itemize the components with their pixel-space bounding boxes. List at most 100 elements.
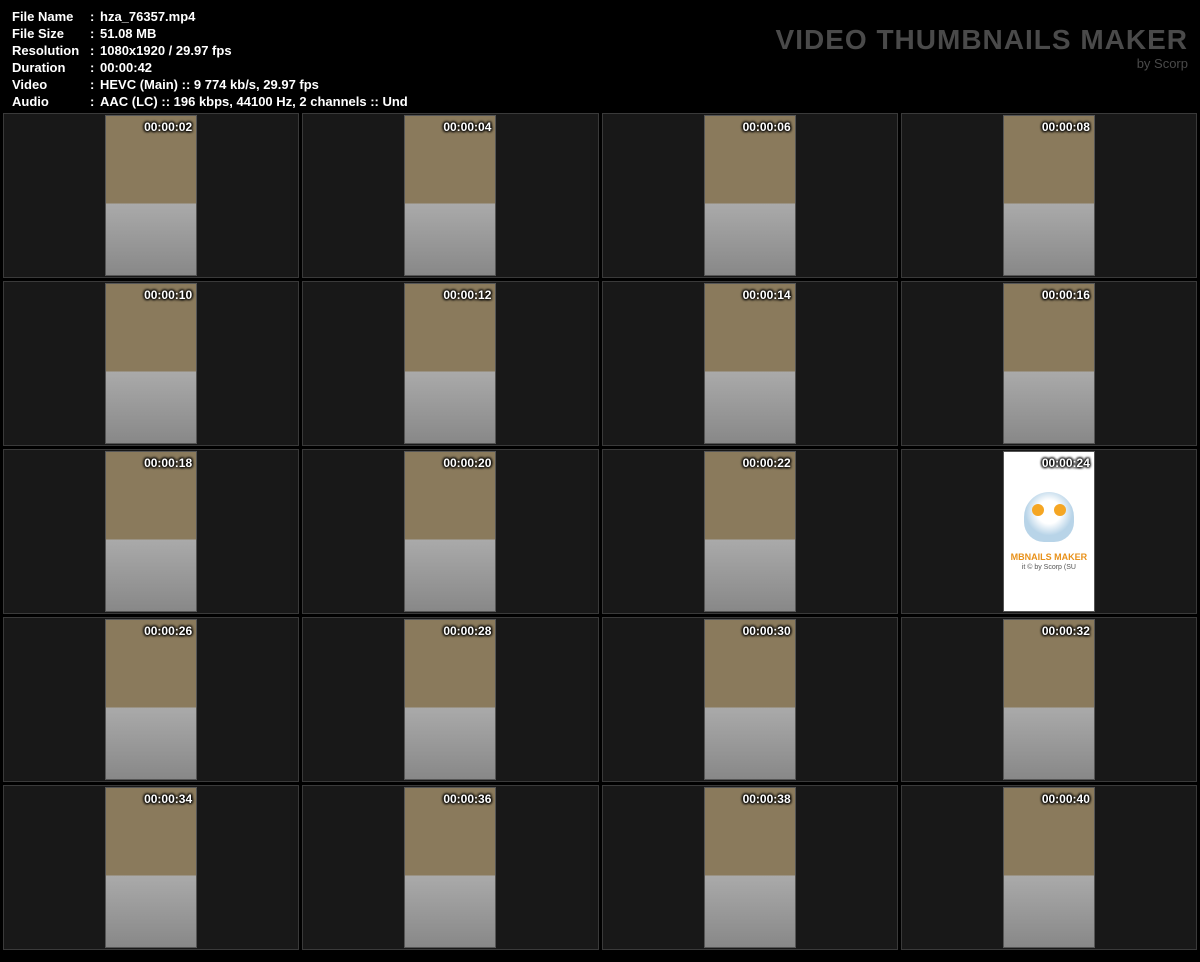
thumbnail: 00:00:32 <box>1003 619 1095 780</box>
metadata-block: File Name : hza_76357.mp4 File Size : 51… <box>12 8 408 102</box>
thumbnail-cell: 00:00:04 <box>302 113 598 278</box>
thumbnail-image <box>405 284 495 443</box>
metadata-row-resolution: Resolution : 1080x1920 / 29.97 fps <box>12 42 408 59</box>
timestamp: 00:00:24 <box>1042 456 1090 470</box>
thumbnail-image <box>705 452 795 611</box>
branding: VIDEO THUMBNAILS MAKER by Scorp <box>776 8 1188 102</box>
thumbnail-cell: 00:00:38 <box>602 785 898 950</box>
thumbnail-cell: 00:00:06 <box>602 113 898 278</box>
timestamp: 00:00:16 <box>1042 288 1090 302</box>
thumbnail-grid: 00:00:02 00:00:04 00:00:06 00:00:08 00:0… <box>0 110 1200 953</box>
thumbnail: 00:00:04 <box>404 115 496 276</box>
owl-icon <box>1024 492 1074 542</box>
branding-subtitle: by Scorp <box>776 56 1188 71</box>
thumbnail-image <box>705 116 795 275</box>
metadata-row-duration: Duration : 00:00:42 <box>12 59 408 76</box>
branding-title: VIDEO THUMBNAILS MAKER <box>776 24 1188 56</box>
thumbnail-cell: 00:00:32 <box>901 617 1197 782</box>
thumbnail-cell: 00:00:18 <box>3 449 299 614</box>
timestamp: 00:00:20 <box>443 456 491 470</box>
thumbnail-image <box>106 452 196 611</box>
thumbnail-cell: 00:00:10 <box>3 281 299 446</box>
thumbnail: 00:00:40 <box>1003 787 1095 948</box>
thumbnail-image <box>1004 284 1094 443</box>
timestamp: 00:00:04 <box>443 120 491 134</box>
timestamp: 00:00:38 <box>743 792 791 806</box>
timestamp: 00:00:06 <box>743 120 791 134</box>
audio-label: Audio <box>12 93 90 110</box>
timestamp: 00:00:30 <box>743 624 791 638</box>
timestamp: 00:00:18 <box>144 456 192 470</box>
logo-frame: MBNAILS MAKER it © by Scorp (SU <box>1004 452 1094 611</box>
metadata-row-filename: File Name : hza_76357.mp4 <box>12 8 408 25</box>
thumbnail-image <box>405 788 495 947</box>
audio-value: AAC (LC) :: 196 kbps, 44100 Hz, 2 channe… <box>100 93 408 110</box>
thumbnail-image <box>705 284 795 443</box>
thumbnail-image <box>405 620 495 779</box>
header: File Name : hza_76357.mp4 File Size : 51… <box>0 0 1200 110</box>
thumbnail-cell: 00:00:08 <box>901 113 1197 278</box>
thumbnail: 00:00:14 <box>704 283 796 444</box>
thumbnail-cell: 00:00:40 <box>901 785 1197 950</box>
duration-label: Duration <box>12 59 90 76</box>
logo-text-2: it © by Scorp (SU <box>1022 564 1076 571</box>
thumbnail: 00:00:06 <box>704 115 796 276</box>
logo-text-1: MBNAILS MAKER <box>1011 552 1088 562</box>
thumbnail-image <box>705 620 795 779</box>
timestamp: 00:00:08 <box>1042 120 1090 134</box>
thumbnail-cell: 00:00:16 <box>901 281 1197 446</box>
timestamp: 00:00:28 <box>443 624 491 638</box>
colon: : <box>90 93 100 110</box>
metadata-row-audio: Audio : AAC (LC) :: 196 kbps, 44100 Hz, … <box>12 93 408 110</box>
thumbnail: 00:00:08 <box>1003 115 1095 276</box>
timestamp: 00:00:02 <box>144 120 192 134</box>
thumbnail: 00:00:26 <box>105 619 197 780</box>
thumbnail-image <box>106 620 196 779</box>
thumbnail-cell: 00:00:22 <box>602 449 898 614</box>
thumbnail-image <box>106 788 196 947</box>
timestamp: 00:00:36 <box>443 792 491 806</box>
thumbnail: 00:00:18 <box>105 451 197 612</box>
thumbnail-cell: 00:00:02 <box>3 113 299 278</box>
thumbnail-cell: 00:00:12 <box>302 281 598 446</box>
timestamp: 00:00:34 <box>144 792 192 806</box>
thumbnail-cell: 00:00:20 <box>302 449 598 614</box>
colon: : <box>90 76 100 93</box>
colon: : <box>90 25 100 42</box>
resolution-value: 1080x1920 / 29.97 fps <box>100 42 232 59</box>
resolution-label: Resolution <box>12 42 90 59</box>
thumbnail-cell: 00:00:26 <box>3 617 299 782</box>
thumbnail-image <box>405 452 495 611</box>
metadata-row-video: Video : HEVC (Main) :: 9 774 kb/s, 29.97… <box>12 76 408 93</box>
thumbnail-cell: 00:00:14 <box>602 281 898 446</box>
duration-value: 00:00:42 <box>100 59 152 76</box>
thumbnail: 00:00:20 <box>404 451 496 612</box>
thumbnail: 00:00:12 <box>404 283 496 444</box>
thumbnail-cell: 00:00:24 MBNAILS MAKER it © by Scorp (SU <box>901 449 1197 614</box>
colon: : <box>90 8 100 25</box>
thumbnail-cell: 00:00:36 <box>302 785 598 950</box>
thumbnail-image <box>106 284 196 443</box>
thumbnail-image <box>405 116 495 275</box>
thumbnail: 00:00:22 <box>704 451 796 612</box>
timestamp: 00:00:40 <box>1042 792 1090 806</box>
filesize-value: 51.08 MB <box>100 25 156 42</box>
timestamp: 00:00:12 <box>443 288 491 302</box>
thumbnail-image <box>705 788 795 947</box>
thumbnail: 00:00:16 <box>1003 283 1095 444</box>
timestamp: 00:00:10 <box>144 288 192 302</box>
thumbnail: 00:00:02 <box>105 115 197 276</box>
filename-label: File Name <box>12 8 90 25</box>
thumbnail-image <box>106 116 196 275</box>
thumbnail: 00:00:28 <box>404 619 496 780</box>
colon: : <box>90 42 100 59</box>
timestamp: 00:00:14 <box>743 288 791 302</box>
metadata-row-filesize: File Size : 51.08 MB <box>12 25 408 42</box>
thumbnail: 00:00:34 <box>105 787 197 948</box>
thumbnail-cell: 00:00:30 <box>602 617 898 782</box>
filesize-label: File Size <box>12 25 90 42</box>
thumbnail: 00:00:38 <box>704 787 796 948</box>
thumbnail-cell: 00:00:34 <box>3 785 299 950</box>
video-value: HEVC (Main) :: 9 774 kb/s, 29.97 fps <box>100 76 319 93</box>
timestamp: 00:00:22 <box>743 456 791 470</box>
